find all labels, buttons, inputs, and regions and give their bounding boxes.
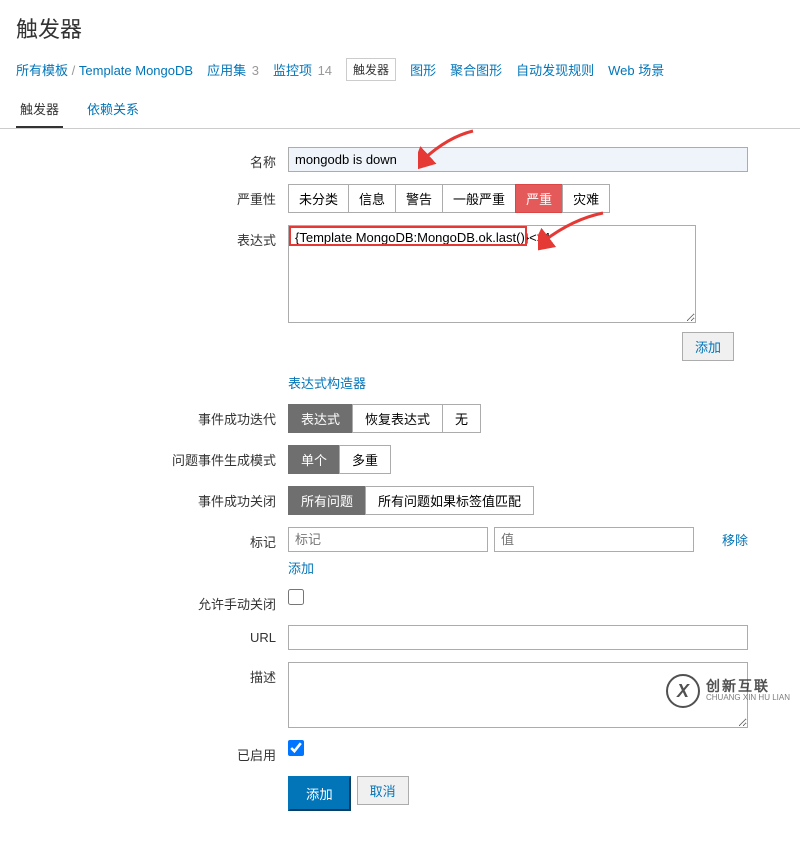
manual-close-checkbox[interactable]: [288, 589, 304, 605]
expression-builder-link[interactable]: 表达式构造器: [288, 373, 366, 392]
watermark-cn: 创新互联: [706, 679, 790, 694]
name-input[interactable]: [288, 147, 748, 172]
problem-mode-multiple[interactable]: 多重: [339, 445, 391, 474]
submit-button[interactable]: 添加: [288, 776, 351, 811]
watermark-logo-icon: X: [666, 674, 700, 708]
bc-web[interactable]: Web 场景: [608, 60, 664, 79]
problem-mode-group: 单个 多重: [288, 445, 391, 474]
severity-information[interactable]: 信息: [348, 184, 396, 213]
expression-textarea[interactable]: {Template MongoDB:MongoDB.ok.last()}<>1: [288, 225, 696, 323]
severity-group: 未分类 信息 警告 一般严重 严重 灾难: [288, 184, 610, 213]
okgen-group: 表达式 恢复表达式 无: [288, 404, 481, 433]
okclose-all[interactable]: 所有问题: [288, 486, 366, 515]
okgen-recovery[interactable]: 恢复表达式: [352, 404, 443, 433]
okclose-group: 所有问题 所有问题如果标签值匹配: [288, 486, 534, 515]
severity-not-classified[interactable]: 未分类: [288, 184, 349, 213]
desc-label: 描述: [20, 662, 288, 686]
problem-mode-single[interactable]: 单个: [288, 445, 340, 474]
breadcrumb: 所有模板 / Template MongoDB 应用集 3 监控项 14 触发器…: [0, 52, 800, 81]
severity-high[interactable]: 严重: [515, 184, 563, 213]
tab-trigger[interactable]: 触发器: [16, 93, 63, 128]
tag-remove-link[interactable]: 移除: [722, 530, 748, 549]
tag-name-input[interactable]: [288, 527, 488, 552]
bc-all-templates[interactable]: 所有模板: [16, 63, 68, 78]
bc-discovery[interactable]: 自动发现规则: [516, 60, 594, 79]
okclose-tagmatch[interactable]: 所有问题如果标签值匹配: [365, 486, 534, 515]
okgen-label: 事件成功迭代: [20, 404, 288, 428]
bc-graphs[interactable]: 图形: [410, 60, 436, 79]
subtabs: 触发器 依赖关系: [0, 81, 800, 129]
tag-add-link[interactable]: 添加: [288, 558, 780, 577]
severity-label: 严重性: [20, 184, 288, 208]
watermark: X 创新互联 CHUANG XIN HU LIAN: [666, 674, 790, 708]
manual-close-label: 允许手动关闭: [20, 589, 288, 613]
bc-template[interactable]: Template MongoDB: [79, 63, 193, 78]
tag-value-input[interactable]: [494, 527, 694, 552]
severity-warning[interactable]: 警告: [395, 184, 443, 213]
bc-screens[interactable]: 聚合图形: [450, 60, 502, 79]
severity-disaster[interactable]: 灾难: [562, 184, 610, 213]
name-label: 名称: [20, 147, 288, 171]
enabled-checkbox[interactable]: [288, 740, 304, 756]
page-title: 触发器: [16, 12, 784, 44]
bc-apps-count: 3: [252, 63, 259, 78]
okgen-none[interactable]: 无: [442, 404, 481, 433]
tab-dependencies[interactable]: 依赖关系: [83, 93, 143, 128]
bc-items[interactable]: 监控项: [273, 63, 312, 78]
url-input[interactable]: [288, 625, 748, 650]
cancel-button[interactable]: 取消: [357, 776, 409, 805]
bc-apps[interactable]: 应用集: [207, 63, 246, 78]
expression-label: 表达式: [20, 225, 288, 249]
okgen-expression[interactable]: 表达式: [288, 404, 353, 433]
okclose-label: 事件成功关闭: [20, 486, 288, 510]
url-label: URL: [20, 625, 288, 645]
tags-label: 标记: [20, 527, 288, 551]
bc-items-count: 14: [318, 63, 332, 78]
severity-average[interactable]: 一般严重: [442, 184, 516, 213]
enabled-label: 已启用: [20, 740, 288, 764]
bc-triggers[interactable]: 触发器: [346, 58, 396, 81]
expression-add-button[interactable]: 添加: [682, 332, 734, 361]
watermark-en: CHUANG XIN HU LIAN: [706, 694, 790, 703]
problem-mode-label: 问题事件生成模式: [20, 445, 288, 469]
